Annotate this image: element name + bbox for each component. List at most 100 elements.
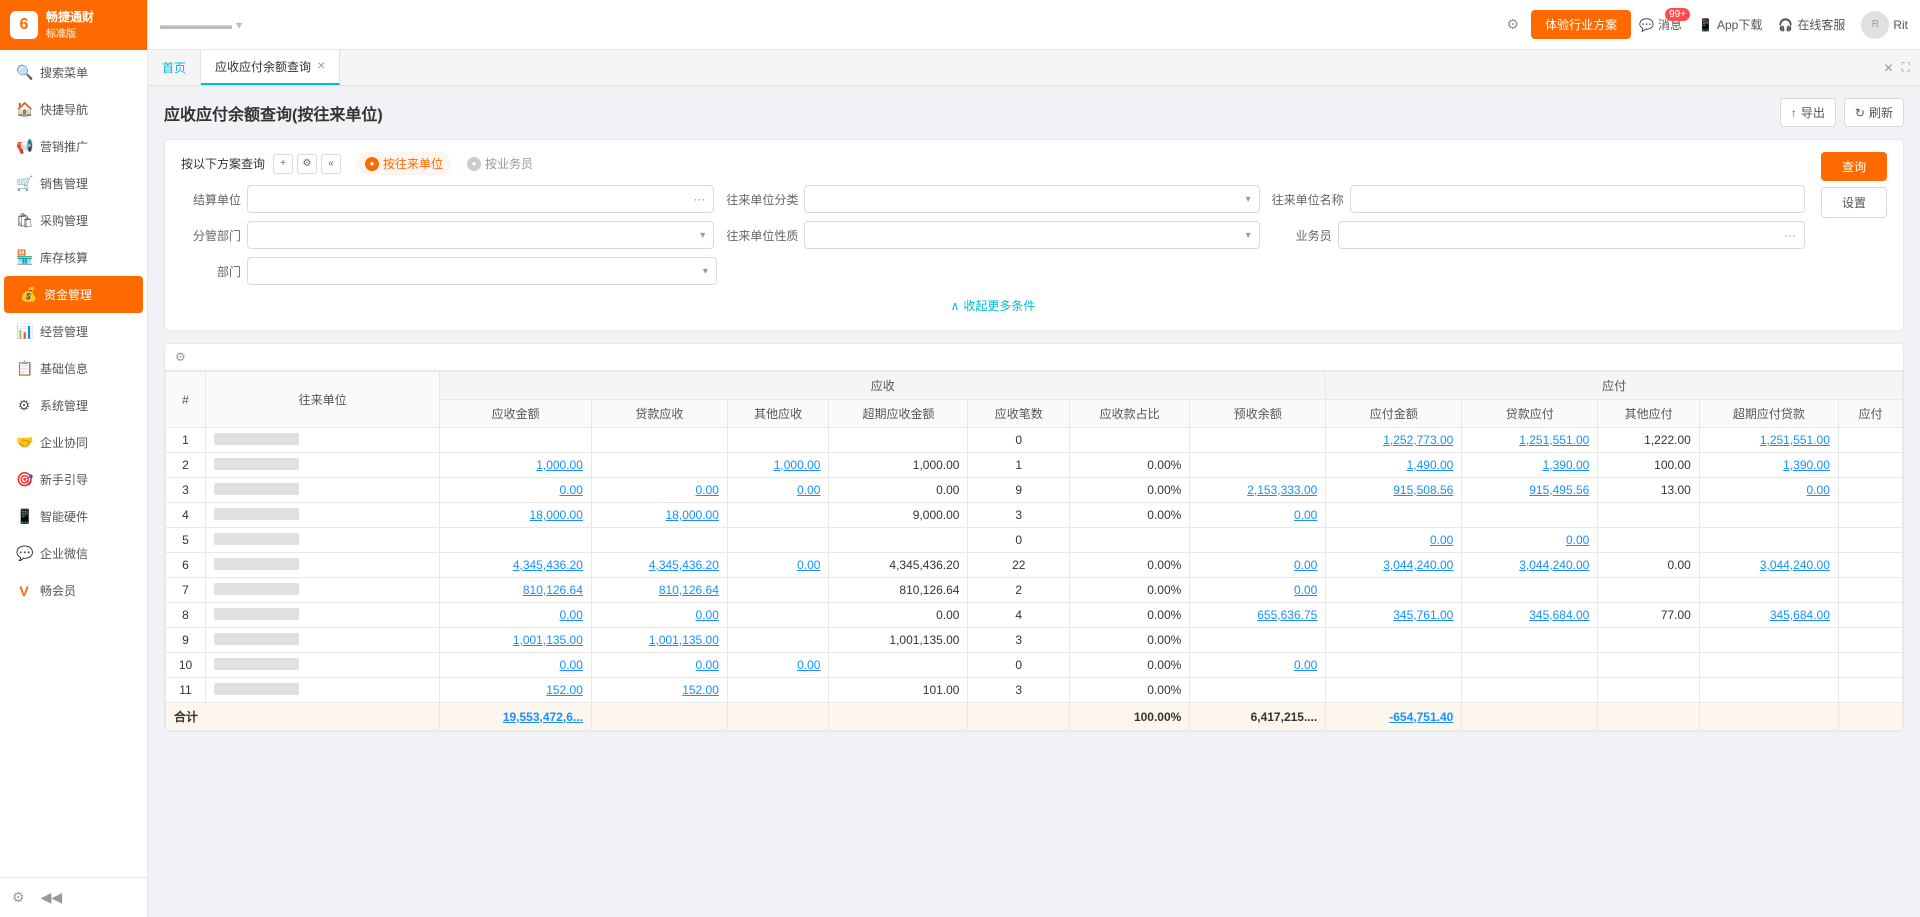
table-cell[interactable]: 345,761.00 — [1326, 603, 1462, 628]
table-cell[interactable]: 4,345,436.20 — [440, 553, 592, 578]
sidebar-item-warehouse[interactable]: 🏪 库存核算 — [0, 239, 147, 276]
sidebar-item-finance[interactable]: 💰 资金管理 — [4, 276, 143, 313]
table-cell[interactable]: 1,390.00 — [1462, 453, 1598, 478]
filter-collapse-icon[interactable]: « — [321, 154, 341, 174]
col-overdue-ar-header: 超期应收金额 — [829, 400, 968, 428]
table-cell[interactable]: 915,508.56 — [1326, 478, 1462, 503]
table-cell[interactable]: 0.00 — [1326, 528, 1462, 553]
sidebar-item-newbie[interactable]: 🎯 新手引导 — [0, 461, 147, 498]
query-button[interactable]: 查询 — [1821, 152, 1887, 181]
sidebar-item-base-info[interactable]: 📋 基础信息 — [0, 350, 147, 387]
dept-manage-input[interactable]: ▾ — [247, 221, 714, 249]
table-cell[interactable]: 1,000.00 — [727, 453, 829, 478]
table-cell[interactable]: 0.00 — [1190, 553, 1326, 578]
sidebar-item-quick-nav[interactable]: 🏠 快捷导航 — [0, 91, 147, 128]
table-cell[interactable]: 3,044,240.00 — [1462, 553, 1598, 578]
table-cell[interactable]: 0.00 — [591, 603, 727, 628]
table-cell[interactable]: 0.00 — [1699, 478, 1838, 503]
sidebar-item-sales[interactable]: 🛒 销售管理 — [0, 165, 147, 202]
table-cell[interactable]: 0.00 — [1462, 528, 1598, 553]
tab-close-icon[interactable]: ✕ — [317, 61, 325, 72]
table-cell[interactable]: 3,044,240.00 — [1326, 553, 1462, 578]
table-cell[interactable]: 1,251,551.00 — [1462, 428, 1598, 453]
table-cell[interactable]: 1,252,773.00 — [1326, 428, 1462, 453]
table-cell[interactable]: 1,390.00 — [1699, 453, 1838, 478]
unit-name-input[interactable] — [1350, 185, 1805, 213]
settlement-unit-input[interactable]: ··· — [247, 185, 714, 213]
table-cell[interactable]: 810,126.64 — [591, 578, 727, 603]
table-cell[interactable]: 810,126.64 — [440, 578, 592, 603]
sidebar-item-system[interactable]: ⚙ 系统管理 — [0, 387, 147, 424]
table-cell — [1190, 678, 1326, 703]
table-cell[interactable]: 345,684.00 — [1699, 603, 1838, 628]
table-row: 4██████████18,000.0018,000.009,000.0030.… — [166, 503, 1903, 528]
settings-bottom-icon[interactable]: ⚙ — [12, 889, 25, 906]
sidebar-item-purchase[interactable]: 🛍 采购管理 — [0, 202, 147, 239]
sidebar-item-marketing[interactable]: 📢 营销推广 — [0, 128, 147, 165]
sidebar-item-search-menu[interactable]: 🔍 搜索菜单 — [0, 54, 147, 91]
filter-option-by-staff[interactable]: ● 按业务员 — [459, 152, 541, 175]
table-cell[interactable]: 1,001,135.00 — [591, 628, 727, 653]
table-cell[interactable]: 0.00 — [1190, 503, 1326, 528]
unit-nature-input[interactable]: ▾ — [804, 221, 1259, 249]
collapse-sidebar-icon[interactable]: ◀◀ — [41, 889, 63, 906]
table-cell[interactable]: 0.00 — [591, 653, 727, 678]
table-cell[interactable]: 2,153,333.00 — [1190, 478, 1326, 503]
solution-button[interactable]: 体验行业方案 — [1531, 10, 1631, 39]
unit-category-input[interactable]: ▾ — [804, 185, 1259, 213]
col-overdue-ap-header: 超期应付贷款 — [1699, 400, 1838, 428]
table-cell[interactable]: 1,251,551.00 — [1699, 428, 1838, 453]
table-cell[interactable]: 0.00 — [1190, 653, 1326, 678]
table-cell[interactable]: 152.00 — [591, 678, 727, 703]
sidebar-item-operations[interactable]: 📊 经营管理 — [0, 313, 147, 350]
filter-option-by-unit[interactable]: ● 按往来单位 — [357, 152, 451, 175]
table-cell[interactable]: 0.00 — [591, 478, 727, 503]
table-cell[interactable]: 18,000.00 — [440, 503, 592, 528]
table-cell[interactable]: 0.00 — [727, 653, 829, 678]
table-cell[interactable]: 0.00 — [440, 603, 592, 628]
sidebar-item-enterprise-wx[interactable]: 💬 企业微信 — [0, 535, 147, 572]
table-cell[interactable]: 3,044,240.00 — [1699, 553, 1838, 578]
filter-settings-icon[interactable]: ⚙ — [297, 154, 317, 174]
total-ar-amount[interactable]: 19,553,472,6... — [440, 703, 592, 731]
user-avatar-button[interactable]: R Rit — [1861, 11, 1908, 39]
table-cell[interactable]: 0.00 — [440, 653, 592, 678]
table-cell[interactable]: 0.00 — [440, 478, 592, 503]
dept-input[interactable]: ▾ — [247, 257, 717, 285]
app-download-button[interactable]: 📱 App下载 — [1698, 16, 1762, 33]
table-cell[interactable]: 152.00 — [440, 678, 592, 703]
collapse-bar[interactable]: ∧ 收起更多条件 — [181, 293, 1805, 318]
tab-ar-ap[interactable]: 应收应付余额查询 ✕ — [201, 50, 340, 85]
table-settings-icon[interactable]: ⚙ — [175, 350, 186, 364]
refresh-button[interactable]: ↻ 刷新 — [1844, 98, 1904, 127]
sidebar-item-smart-hw[interactable]: 📱 智能硬件 — [0, 498, 147, 535]
sidebar-item-enterprise-coop[interactable]: 🤝 企业协同 — [0, 424, 147, 461]
table-cell[interactable]: 0.00 — [1190, 578, 1326, 603]
table-wrapper[interactable]: # 往来单位 应收 应付 应收金额 贷款应收 其他应收 超期应收金额 应收笔数 … — [165, 371, 1903, 731]
online-service-button[interactable]: 🎧 在线客服 — [1778, 16, 1845, 33]
table-cell: 0.00% — [1070, 578, 1190, 603]
table-cell[interactable]: 655,636.75 — [1190, 603, 1326, 628]
table-cell[interactable]: 18,000.00 — [591, 503, 727, 528]
table-cell[interactable]: 1,000.00 — [440, 453, 592, 478]
tab-close-all-icon[interactable]: ✕ — [1884, 61, 1894, 75]
filter-add-icon[interactable]: + — [273, 154, 293, 174]
table-cell[interactable]: 0.00 — [727, 553, 829, 578]
settings-button[interactable]: 设置 — [1821, 187, 1887, 218]
total-ap-amount[interactable]: -654,751.40 — [1326, 703, 1462, 731]
table-cell[interactable]: 345,684.00 — [1462, 603, 1598, 628]
tab-expand-icon[interactable]: ⛶ — [1902, 60, 1910, 75]
export-button[interactable]: ↑ 导出 — [1780, 98, 1836, 127]
sidebar-item-member[interactable]: V 畅会员 — [0, 572, 147, 609]
table-cell[interactable]: 1,490.00 — [1326, 453, 1462, 478]
table-cell[interactable]: 1,001,135.00 — [440, 628, 592, 653]
gear-icon[interactable]: ⚙ — [1507, 16, 1520, 33]
salesman-input[interactable]: ··· — [1338, 221, 1805, 249]
table-cell — [1598, 628, 1700, 653]
table-cell[interactable]: 915,495.56 — [1462, 478, 1598, 503]
sidebar-bottom: ⚙ ◀◀ — [0, 877, 147, 917]
tab-home[interactable]: 首页 — [148, 50, 201, 85]
message-button[interactable]: 💬 消息 99+ — [1639, 16, 1682, 33]
table-cell[interactable]: 0.00 — [727, 478, 829, 503]
table-cell[interactable]: 4,345,436.20 — [591, 553, 727, 578]
